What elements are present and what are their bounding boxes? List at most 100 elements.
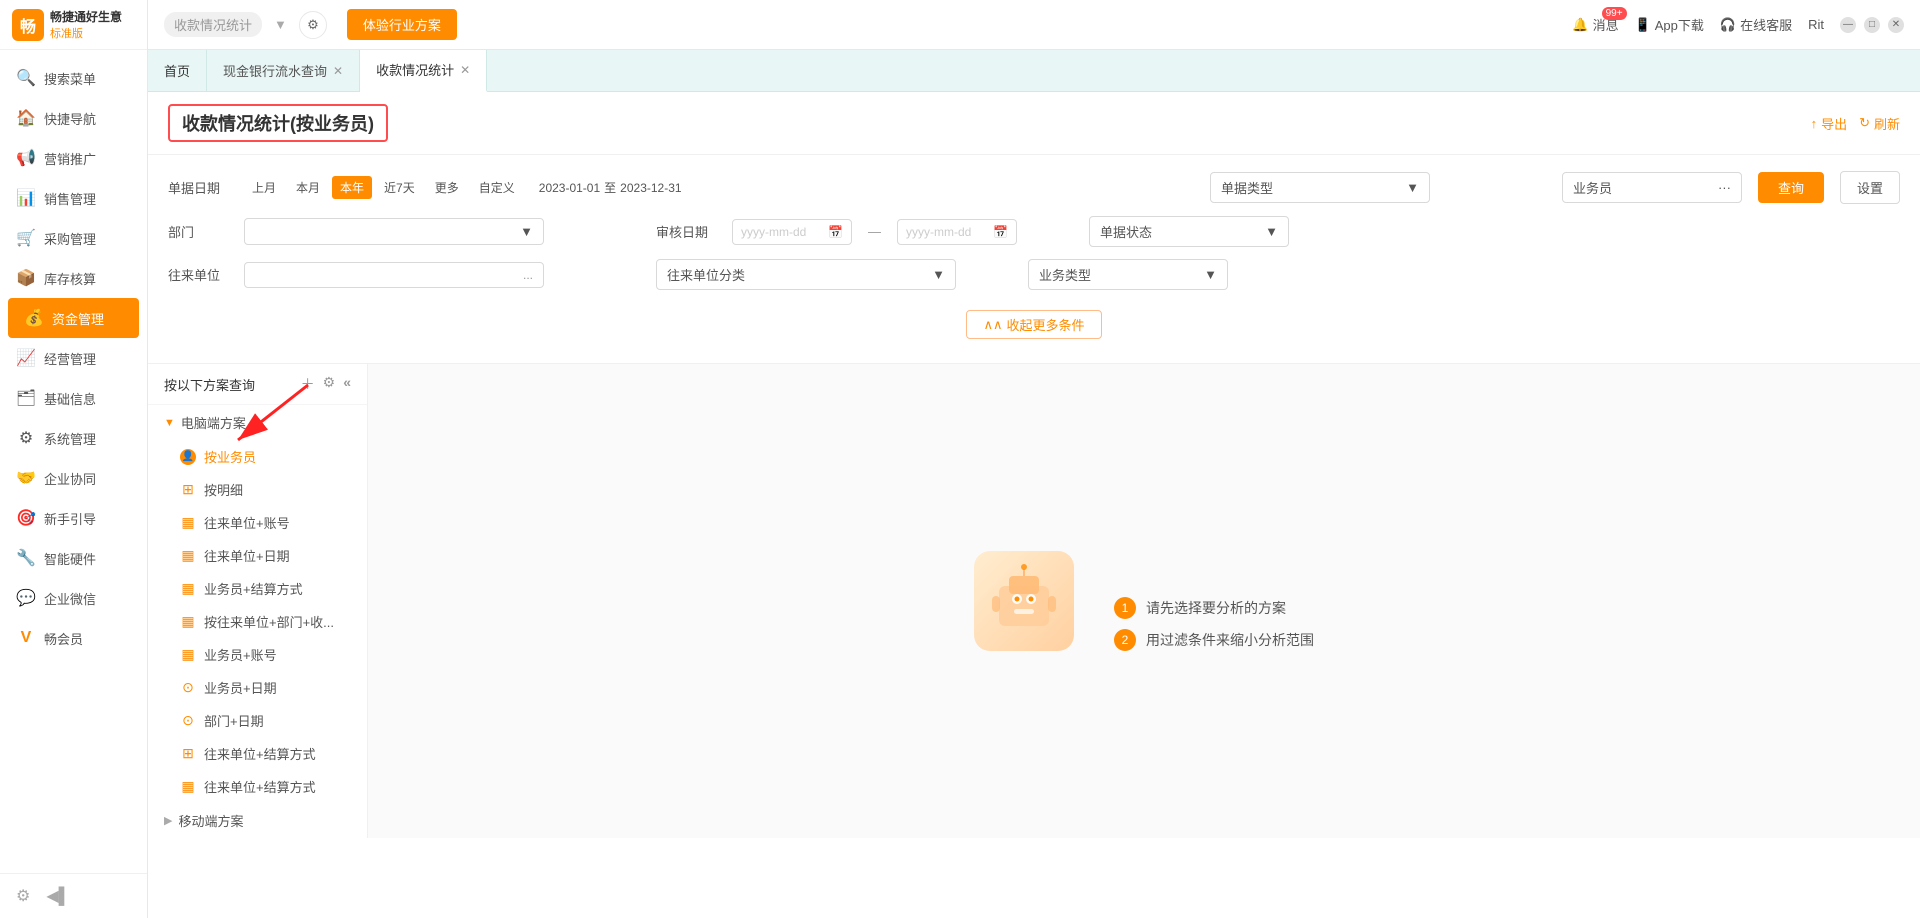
scheme-item-salesperson-account[interactable]: ▦ 业务员+账号 xyxy=(148,638,367,671)
collapse-btn[interactable]: ∧∧ 收起更多条件 xyxy=(966,310,1101,339)
tab-collection-stats-close[interactable]: ✕ xyxy=(460,63,470,77)
tab-home[interactable]: 首页 xyxy=(148,50,207,92)
collapse-scheme-icon[interactable]: « xyxy=(343,374,351,394)
step-2-num: 2 xyxy=(1114,629,1136,651)
settings-scheme-icon[interactable]: ⚙ xyxy=(323,374,336,394)
sidebar-label-guide: 新手引导 xyxy=(44,509,96,528)
partner-more-icon[interactable]: ... xyxy=(523,268,533,282)
scheme-item-partner-settle[interactable]: ⊞ 往来单位+结算方式 xyxy=(148,737,367,770)
scheme-label-partner-settle2: 往来单位+结算方式 xyxy=(204,777,316,796)
scheme-item-salesperson-date[interactable]: ⊙ 业务员+日期 xyxy=(148,671,367,704)
sidebar-item-inventory[interactable]: 📦 库存核算 xyxy=(0,258,147,298)
tab-collection-stats-label: 收款情况统计 xyxy=(376,60,454,79)
export-btn[interactable]: ↑ 导出 xyxy=(1811,114,1848,133)
window-maximize-btn[interactable]: □ xyxy=(1864,17,1880,33)
scheme-item-partner-account[interactable]: ▦ 往来单位+账号 xyxy=(148,506,367,539)
table-icon2: ▦ xyxy=(180,548,196,564)
sidebar-item-guide[interactable]: 🎯 新手引导 xyxy=(0,498,147,538)
scheme-desktop-header[interactable]: ▼ 电脑端方案 xyxy=(148,405,367,440)
scheme-item-by-detail[interactable]: ⊞ 按明细 xyxy=(148,473,367,506)
voucher-status-select[interactable]: 单据状态 ▼ xyxy=(1089,216,1289,247)
refresh-btn[interactable]: ↻ 刷新 xyxy=(1859,114,1900,133)
sidebar-label-quick-nav: 快捷导航 xyxy=(44,109,96,128)
trial-btn[interactable]: 体验行业方案 xyxy=(347,9,457,40)
scheme-item-salesperson-settle[interactable]: ▦ 业务员+结算方式 xyxy=(148,572,367,605)
date-separator: — xyxy=(868,224,881,239)
date-tab-7days[interactable]: 近7天 xyxy=(376,176,423,199)
tab-bank-flow-close[interactable]: ✕ xyxy=(333,64,343,78)
scheme-label-salesperson-settle: 业务员+结算方式 xyxy=(204,579,303,598)
tab-collection-stats[interactable]: 收款情况统计 ✕ xyxy=(360,50,487,92)
date-tab-this-month[interactable]: 本月 xyxy=(288,176,328,199)
sidebar-collapse-icon[interactable]: ◀▌ xyxy=(46,886,70,906)
scheme-item-dept-date[interactable]: ⊙ 部门+日期 xyxy=(148,704,367,737)
sidebar-item-marketing[interactable]: 📢 营销推广 xyxy=(0,138,147,178)
topbar-service-btn[interactable]: 🎧 在线客服 xyxy=(1720,15,1792,34)
sidebar-label-fund: 资金管理 xyxy=(52,309,104,328)
voucher-type-select[interactable]: 单据类型 ▼ xyxy=(1210,172,1430,203)
sidebar-settings-icon[interactable]: ⚙ xyxy=(16,886,30,906)
main-area: 收款情况统计 ▼ ⚙ 体验行业方案 🔔 消息 99+ 📱 App下载 🎧 在线客… xyxy=(148,0,1920,918)
salesperson-select[interactable]: 业务员 ··· xyxy=(1562,172,1742,203)
review-date-from[interactable]: yyyy-mm-dd 📅 xyxy=(732,219,852,245)
sidebar-label-sales: 销售管理 xyxy=(44,189,96,208)
date-to: 2023-12-31 xyxy=(620,181,681,195)
page-header: 收款情况统计(按业务员) ↑ 导出 ↻ 刷新 xyxy=(148,92,1920,155)
topbar-settings-btn[interactable]: ⚙ xyxy=(299,11,327,39)
sidebar-item-fund[interactable]: 💰 资金管理 xyxy=(8,298,139,338)
page-title-box: 收款情况统计(按业务员) xyxy=(168,104,388,142)
query-btn[interactable]: 查询 xyxy=(1758,172,1824,203)
member-icon: V xyxy=(16,628,36,648)
chevron-down-icon: ▼ xyxy=(1406,180,1419,195)
sidebar-item-enterprise[interactable]: 🤝 企业协同 xyxy=(0,458,147,498)
date-tab-this-year[interactable]: 本年 xyxy=(332,176,372,199)
date-tab-custom[interactable]: 自定义 xyxy=(471,176,523,199)
page-title: 收款情况统计(按业务员) xyxy=(182,114,374,134)
calendar-icon: 📅 xyxy=(828,225,843,239)
sidebar-item-search-menu[interactable]: 🔍 搜索菜单 xyxy=(0,58,147,98)
review-date-to[interactable]: yyyy-mm-dd 📅 xyxy=(897,219,1017,245)
sidebar-item-wechat[interactable]: 💬 企业微信 xyxy=(0,578,147,618)
scheme-desktop-group: ▼ 电脑端方案 👤 按业务员 ⊞ 按明细 ▦ 往来单位+账号 xyxy=(148,405,367,803)
window-close-btn[interactable]: ✕ xyxy=(1888,17,1904,33)
window-minimize-btn[interactable]: — xyxy=(1840,17,1856,33)
sidebar-item-member[interactable]: V 畅会员 xyxy=(0,618,147,658)
topbar-right: 🔔 消息 99+ 📱 App下载 🎧 在线客服 Rit — □ ✕ xyxy=(1572,15,1904,34)
settings-btn[interactable]: 设置 xyxy=(1840,171,1900,204)
topbar-app-btn[interactable]: 📱 App下载 xyxy=(1635,15,1704,34)
page-actions: ↑ 导出 ↻ 刷新 xyxy=(1811,114,1900,133)
logo-badge: 标准版 xyxy=(50,25,122,41)
partner-category-select[interactable]: 往来单位分类 ▼ xyxy=(656,259,956,290)
window-controls: — □ ✕ xyxy=(1840,17,1904,33)
sidebar-item-sys-mgmt[interactable]: ⚙ 系统管理 xyxy=(0,418,147,458)
table-icon4: ▦ xyxy=(180,647,196,663)
table-icon5: ▦ xyxy=(180,779,196,795)
tabs-bar: 首页 现金银行流水查询 ✕ 收款情况统计 ✕ xyxy=(148,50,1920,92)
sidebar-item-smart-hw[interactable]: 🔧 智能硬件 xyxy=(0,538,147,578)
partner-select[interactable]: ... xyxy=(244,262,544,288)
sidebar-item-sales[interactable]: 📊 销售管理 xyxy=(0,178,147,218)
scheme-item-partner-settle2[interactable]: ▦ 往来单位+结算方式 xyxy=(148,770,367,803)
date-label: 单据日期 xyxy=(168,178,228,197)
sidebar-item-base-info[interactable]: 🗂 基础信息 xyxy=(0,378,147,418)
sidebar-item-quick-nav[interactable]: 🏠 快捷导航 xyxy=(0,98,147,138)
sidebar-label-member: 畅会员 xyxy=(44,629,83,648)
person-icon: 👤 xyxy=(180,449,196,465)
topbar-msg-btn[interactable]: 🔔 消息 99+ xyxy=(1572,15,1618,34)
dept-select[interactable]: ▼ xyxy=(244,218,544,245)
biz-type-select[interactable]: 业务类型 ▼ xyxy=(1028,259,1228,290)
scheme-item-partner-date[interactable]: ▦ 往来单位+日期 xyxy=(148,539,367,572)
grid-icon2: ⊞ xyxy=(180,746,196,762)
scheme-item-by-salesperson[interactable]: 👤 按业务员 xyxy=(148,440,367,473)
add-scheme-icon[interactable]: ＋ xyxy=(301,374,315,394)
sidebar-item-operation[interactable]: 📈 经营管理 xyxy=(0,338,147,378)
tab-bank-flow[interactable]: 现金银行流水查询 ✕ xyxy=(207,50,360,92)
scheme-item-partner-dept[interactable]: ▦ 按往来单位+部门+收... xyxy=(148,605,367,638)
sidebar-item-purchase[interactable]: 🛒 采购管理 xyxy=(0,218,147,258)
date-tab-last-month[interactable]: 上月 xyxy=(244,176,284,199)
chevron-down-icon: ▼ xyxy=(932,267,945,282)
breadcrumb-arrow: ▼ xyxy=(274,17,287,32)
fund-icon: 💰 xyxy=(24,308,44,328)
scheme-mobile-header[interactable]: ▶ 移动端方案 xyxy=(148,803,367,838)
date-tab-more[interactable]: 更多 xyxy=(427,176,467,199)
